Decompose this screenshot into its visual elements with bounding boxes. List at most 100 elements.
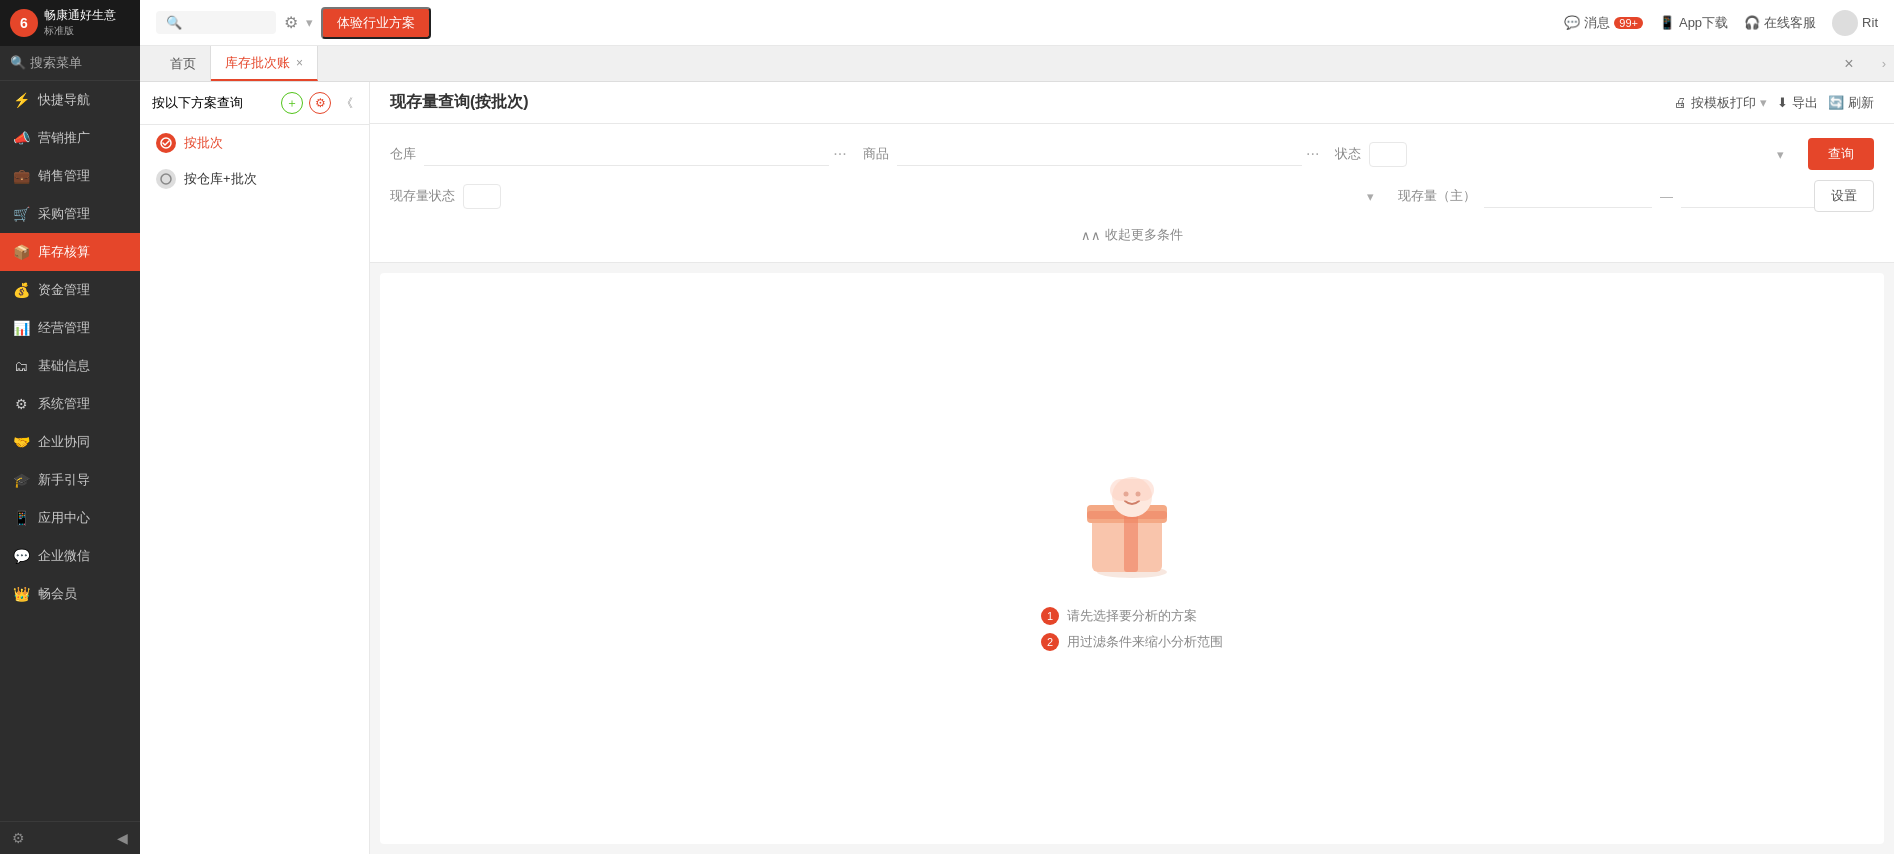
export-btn[interactable]: ⬇ 导出 [1777, 94, 1818, 112]
tabbar: 首页 库存批次账 × × › [140, 46, 1894, 82]
warehouse-input[interactable] [424, 142, 829, 166]
sidebar-item-marketing[interactable]: 📣 营销推广 [0, 119, 140, 157]
sidebar-item-system[interactable]: ⚙ 系统管理 [0, 385, 140, 423]
headset-icon: 🎧 [1744, 15, 1760, 30]
left-panel-collapse-btn[interactable]: 《 [337, 93, 357, 114]
tip1-text: 请先选择要分析的方案 [1067, 607, 1197, 625]
sidebar-item-label: 库存核算 [38, 243, 90, 261]
stock-qty-dash: — [1660, 189, 1673, 204]
refresh-icon: 🔄 [1828, 95, 1844, 110]
topbar-search-icon: 🔍 [166, 15, 182, 30]
plan-item-warehouse-batch[interactable]: 按仓库+批次 [140, 161, 369, 197]
svg-point-1 [161, 174, 171, 184]
username: Rit [1862, 15, 1878, 30]
sidebar-item-label: 系统管理 [38, 395, 90, 413]
content-area: 按以下方案查询 ＋ ⚙ 《 按批次 [140, 82, 1894, 854]
svg-rect-10 [1110, 479, 1154, 501]
sidebar-item-label: 企业微信 [38, 547, 90, 565]
search-menu[interactable]: 🔍 搜索菜单 [0, 46, 140, 81]
product-dots-btn[interactable]: ··· [1306, 145, 1319, 163]
sidebar-item-sales[interactable]: 💼 销售管理 [0, 157, 140, 195]
warehouse-dots-btn[interactable]: ··· [833, 145, 846, 163]
sidebar-item-app-center[interactable]: 📱 应用中心 [0, 499, 140, 537]
print-label: 按模板打印 [1691, 94, 1756, 112]
topbar-dropdown-icon[interactable]: ▾ [306, 15, 313, 30]
sidebar-item-enterprise[interactable]: 🤝 企业协同 [0, 423, 140, 461]
sidebar-item-member[interactable]: 👑 畅会员 [0, 575, 140, 613]
status-select[interactable] [1369, 142, 1407, 167]
finance-icon: 💰 [12, 281, 30, 299]
stock-status-select-wrap [463, 184, 1382, 209]
chevron-up-icon: ∧∧ [1081, 228, 1101, 243]
left-panel: 按以下方案查询 ＋ ⚙ 《 按批次 [140, 82, 370, 854]
filter-status: 状态 [1335, 142, 1792, 167]
user-info[interactable]: Rit [1832, 10, 1878, 36]
messages-label: 消息 [1584, 14, 1610, 32]
empty-illustration [1072, 467, 1192, 587]
filter-row-1: 仓库 ··· 商品 ··· 状态 [390, 138, 1874, 170]
filter-stock-qty: 现存量（主） — [1398, 184, 1798, 208]
filter-settings-btn[interactable]: 设置 [1814, 180, 1874, 212]
refresh-btn[interactable]: 🔄 刷新 [1828, 94, 1874, 112]
app-center-icon: 📱 [12, 509, 30, 527]
panel-close-btn[interactable]: × [1828, 46, 1869, 81]
sidebar-toggle-icon[interactable]: ◀ [117, 830, 128, 846]
sidebar-item-basic[interactable]: 🗂 基础信息 [0, 347, 140, 385]
sidebar-item-label: 经营管理 [38, 319, 90, 337]
tip1-number: 1 [1041, 607, 1059, 625]
status-select-wrap [1369, 142, 1792, 167]
print-btn[interactable]: 🖨 按模板打印 ▾ [1674, 94, 1767, 112]
settings-footer-icon[interactable]: ⚙ [12, 830, 25, 846]
plan-warehouse-icon [156, 169, 176, 189]
stock-qty-label: 现存量（主） [1398, 187, 1476, 205]
collapse-more-btn[interactable]: ∧∧ 收起更多条件 [390, 222, 1874, 248]
stock-status-label: 现存量状态 [390, 187, 455, 205]
tab-close-icon[interactable]: × [296, 56, 303, 70]
sidebar-item-purchase[interactable]: 🛒 采购管理 [0, 195, 140, 233]
stock-status-select[interactable] [463, 184, 501, 209]
tab-batch-label: 库存批次账 [225, 54, 290, 72]
weixin-icon: 💬 [12, 547, 30, 565]
experience-btn[interactable]: 体验行业方案 [321, 7, 431, 39]
topbar-search[interactable]: 🔍 [156, 11, 276, 34]
operations-icon: 📊 [12, 319, 30, 337]
sidebar-item-quick-nav[interactable]: ⚡ 快捷导航 [0, 81, 140, 119]
sidebar-item-label: 新手引导 [38, 471, 90, 489]
sidebar-nav: ⚡ 快捷导航 📣 营销推广 💼 销售管理 🛒 采购管理 📦 库存核算 💰 资金管… [0, 81, 140, 821]
messages-item[interactable]: 💬 消息 99+ [1564, 14, 1643, 32]
sidebar-item-guide[interactable]: 🎓 新手引导 [0, 461, 140, 499]
page-actions: 🖨 按模板打印 ▾ ⬇ 导出 🔄 刷新 [1674, 94, 1874, 112]
topbar-left: 🔍 ⚙ ▾ 体验行业方案 [156, 7, 1552, 39]
print-dropdown-icon[interactable]: ▾ [1760, 95, 1767, 110]
message-icon: 💬 [1564, 15, 1580, 30]
plan-item-batch[interactable]: 按批次 [140, 125, 369, 161]
sidebar-item-inventory[interactable]: 📦 库存核算 [0, 233, 140, 271]
enterprise-icon: 🤝 [12, 433, 30, 451]
query-btn[interactable]: 查询 [1808, 138, 1874, 170]
basic-icon: 🗂 [12, 357, 30, 375]
tip2-text: 用过滤条件来缩小分析范围 [1067, 633, 1223, 651]
product-input[interactable] [897, 142, 1302, 166]
plan-settings-btn[interactable]: ⚙ [309, 92, 331, 114]
filter-product: 商品 ··· [863, 142, 1320, 166]
online-service-label: 在线客服 [1764, 14, 1816, 32]
guide-icon: 🎓 [12, 471, 30, 489]
tab-more-icon[interactable]: › [1874, 56, 1894, 71]
app-download-label: App下载 [1679, 14, 1728, 32]
left-panel-title: 按以下方案查询 [152, 94, 243, 112]
tab-batch-account[interactable]: 库存批次账 × [211, 46, 318, 81]
search-menu-label: 搜索菜单 [30, 54, 82, 72]
tab-home[interactable]: 首页 [156, 46, 211, 81]
online-service-item[interactable]: 🎧 在线客服 [1744, 14, 1816, 32]
app-download-item[interactable]: 📱 App下载 [1659, 14, 1728, 32]
sidebar-item-weixin[interactable]: 💬 企业微信 [0, 537, 140, 575]
sidebar-footer: ⚙ ◀ [0, 821, 140, 854]
sidebar-item-finance[interactable]: 💰 资金管理 [0, 271, 140, 309]
add-plan-btn[interactable]: ＋ [281, 92, 303, 114]
empty-tip-1: 1 请先选择要分析的方案 [1041, 607, 1223, 625]
topbar-settings-icon[interactable]: ⚙ [284, 13, 298, 32]
warehouse-label: 仓库 [390, 145, 416, 163]
sidebar-item-operations[interactable]: 📊 经营管理 [0, 309, 140, 347]
tab-home-label: 首页 [170, 55, 196, 73]
stock-qty-min[interactable] [1484, 184, 1652, 208]
